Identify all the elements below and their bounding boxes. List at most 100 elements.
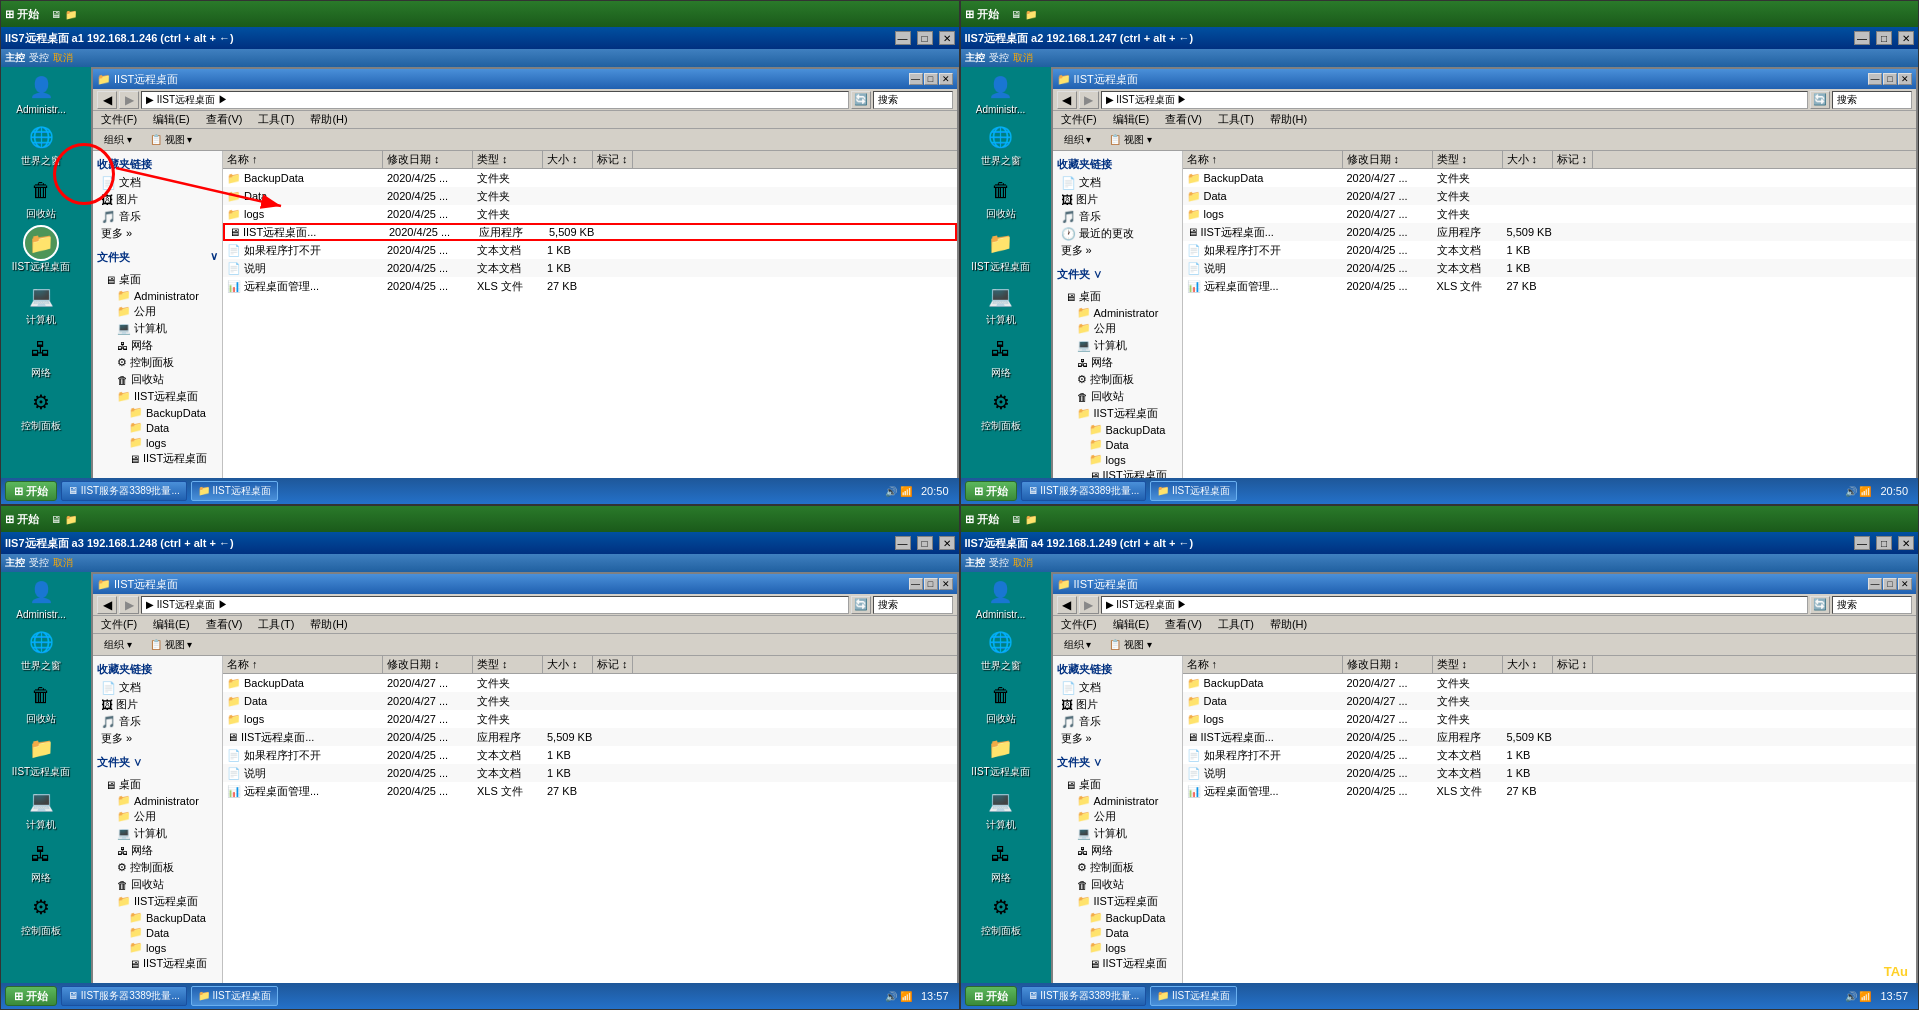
tree-logs-a2[interactable]: 📁logs <box>1081 452 1178 467</box>
col-size-a1[interactable]: 大小 ↕ <box>543 151 593 168</box>
tree-control-a4[interactable]: ⚙控制面板 <box>1069 859 1178 876</box>
sidebar-pic-a2[interactable]: 🖼图片 <box>1057 191 1178 208</box>
col-date-a3[interactable]: 修改日期 ↕ <box>383 656 473 673</box>
col-date-a2[interactable]: 修改日期 ↕ <box>1343 151 1433 168</box>
menu-tools-a4[interactable]: 工具(T) <box>1214 617 1258 632</box>
tree-data-a3[interactable]: 📁Data <box>121 925 218 940</box>
icon-network-a3[interactable]: 🖧 网络 <box>5 838 77 885</box>
rd-close-a3[interactable]: ✕ <box>939 536 955 550</box>
icon-iist-folder-a2[interactable]: 📁 IIST远程桌面 <box>965 227 1037 274</box>
menu-help-a1[interactable]: 帮助(H) <box>306 112 351 127</box>
tree-backup-a3[interactable]: 📁BackupData <box>121 910 218 925</box>
exp-min-a2[interactable]: — <box>1868 73 1882 85</box>
rd-minimize-a2[interactable]: — <box>1854 31 1870 45</box>
menu-help-a3[interactable]: 帮助(H) <box>306 617 351 632</box>
file-row-backup-a4[interactable]: 📁BackupData 2020/4/27 ... 文件夹 <box>1183 674 1917 692</box>
icon-control-a4[interactable]: ⚙ 控制面板 <box>965 891 1037 938</box>
icon-administrator-a4[interactable]: 👤 Administr... <box>965 576 1037 620</box>
tree-public-a3[interactable]: 📁公用 <box>109 808 218 825</box>
tree-iist2-a1[interactable]: 🖥IIST远程桌面 <box>121 450 218 467</box>
file-row-data-a4[interactable]: 📁Data 2020/4/27 ... 文件夹 <box>1183 692 1917 710</box>
col-tag-a1[interactable]: 标记 ↕ <box>593 151 633 168</box>
rd-maximize-a2[interactable]: □ <box>1876 31 1892 45</box>
icon-computer-a3[interactable]: 💻 计算机 <box>5 785 77 832</box>
tree-data-a1[interactable]: 📁Data <box>121 420 218 435</box>
exp-min-a1[interactable]: — <box>909 73 923 85</box>
fwd-btn-a3[interactable]: ▶ <box>119 596 139 614</box>
sidebar-pic-a1[interactable]: 🖼图片 <box>97 191 218 208</box>
menu-edit-a3[interactable]: 编辑(E) <box>149 617 194 632</box>
tree-control-a2[interactable]: ⚙控制面板 <box>1069 371 1178 388</box>
col-name-a1[interactable]: 名称 ↑ <box>223 151 383 168</box>
icon-recycle-a3[interactable]: 🗑 回收站 <box>5 679 77 726</box>
menu-tools-a3[interactable]: 工具(T) <box>254 617 298 632</box>
tree-backup-a1[interactable]: 📁BackupData <box>121 405 218 420</box>
view-btn-a4[interactable]: 📋 视图 ▾ <box>1102 636 1159 654</box>
tree-admin-a1[interactable]: 📁Administrator <box>109 288 218 303</box>
sidebar-music-a2[interactable]: 🎵音乐 <box>1057 208 1178 225</box>
search-box-a2[interactable]: 搜索 <box>1832 91 1912 109</box>
taskbar-iist-desktop-a2[interactable]: 📁 IIST远程桌面 <box>1150 481 1237 501</box>
rd-minimize-a4[interactable]: — <box>1854 536 1870 550</box>
rd-close-a1[interactable]: ✕ <box>939 31 955 45</box>
rd-maximize-a4[interactable]: □ <box>1876 536 1892 550</box>
tree-desktop-a4[interactable]: 🖥桌面 <box>1057 776 1178 793</box>
refresh-btn-a3[interactable]: 🔄 <box>851 596 871 614</box>
file-row-readme-a1[interactable]: 📄说明 2020/4/25 ... 文本文档 1 KB <box>223 259 957 277</box>
file-row-data-a2[interactable]: 📁Data 2020/4/27 ... 文件夹 <box>1183 187 1917 205</box>
start-btn-a4[interactable]: ⊞ 开始 <box>965 986 1017 1006</box>
menu-view-a3[interactable]: 查看(V) <box>202 617 247 632</box>
file-row-logs-a1[interactable]: 📁logs 2020/4/25 ... 文件夹 <box>223 205 957 223</box>
col-name-a4[interactable]: 名称 ↑ <box>1183 656 1343 673</box>
file-row-backup-a1[interactable]: 📁BackupData 2020/4/25 ... 文件夹 <box>223 169 957 187</box>
sidebar-recent-a2[interactable]: 🕐最近的更改 <box>1057 225 1178 242</box>
file-row-logs-a4[interactable]: 📁logs 2020/4/27 ... 文件夹 <box>1183 710 1917 728</box>
file-row-xls-a2[interactable]: 📊远程桌面管理... 2020/4/25 ... XLS 文件 27 KB <box>1183 277 1917 295</box>
icon-recycle-a2[interactable]: 🗑 回收站 <box>965 174 1037 221</box>
view-btn-a2[interactable]: 📋 视图 ▾ <box>1102 131 1159 149</box>
exp-close-a2[interactable]: ✕ <box>1898 73 1912 85</box>
exp-min-a4[interactable]: — <box>1868 578 1882 590</box>
file-row-backup-a2[interactable]: 📁BackupData 2020/4/27 ... 文件夹 <box>1183 169 1917 187</box>
address-bar-a3[interactable]: ▶ IIST远程桌面 ▶ <box>141 596 849 614</box>
icon-control-a3[interactable]: ⚙ 控制面板 <box>5 891 77 938</box>
start-btn-a1[interactable]: ⊞ 开始 <box>5 481 57 501</box>
start-btn-a2[interactable]: ⊞ 开始 <box>965 481 1017 501</box>
col-date-a4[interactable]: 修改日期 ↕ <box>1343 656 1433 673</box>
tree-public-a1[interactable]: 📁公用 <box>109 303 218 320</box>
menu-edit-a2[interactable]: 编辑(E) <box>1109 112 1154 127</box>
tree-iist-a4[interactable]: 📁IIST远程桌面 <box>1069 893 1178 910</box>
file-row-cantopen-a3[interactable]: 📄如果程序打不开 2020/4/25 ... 文本文档 1 KB <box>223 746 957 764</box>
tree-desktop-a2[interactable]: 🖥桌面 <box>1057 288 1178 305</box>
tree-iist-a2[interactable]: 📁IIST远程桌面 <box>1069 405 1178 422</box>
file-row-backup-a3[interactable]: 📁BackupData 2020/4/27 ... 文件夹 <box>223 674 957 692</box>
file-row-logs-a2[interactable]: 📁logs 2020/4/27 ... 文件夹 <box>1183 205 1917 223</box>
col-name-a3[interactable]: 名称 ↑ <box>223 656 383 673</box>
icon-recycle-a1[interactable]: 🗑 回收站 <box>5 174 77 221</box>
tree-recycle-a2[interactable]: 🗑回收站 <box>1069 388 1178 405</box>
address-bar-a4[interactable]: ▶ IIST远程桌面 ▶ <box>1101 596 1809 614</box>
exp-max-a2[interactable]: □ <box>1883 73 1897 85</box>
refresh-btn-a2[interactable]: 🔄 <box>1810 91 1830 109</box>
icon-administrator-a3[interactable]: 👤 Administr... <box>5 576 77 620</box>
tree-iist2-a4[interactable]: 🖥IIST远程桌面 <box>1081 955 1178 972</box>
tree-admin-a4[interactable]: 📁Administrator <box>1069 793 1178 808</box>
tree-desktop-a1[interactable]: 🖥桌面 <box>97 271 218 288</box>
menu-edit-a1[interactable]: 编辑(E) <box>149 112 194 127</box>
icon-iist-folder-a4[interactable]: 📁 IIST远程桌面 <box>965 732 1037 779</box>
icon-control-a2[interactable]: ⚙ 控制面板 <box>965 386 1037 433</box>
tree-computer-a3[interactable]: 💻计算机 <box>109 825 218 842</box>
taskbar-iist-server-a4[interactable]: 🖥 IIST服务器3389批量... <box>1021 986 1147 1006</box>
back-btn-a1[interactable]: ◀ <box>97 91 117 109</box>
col-date-a1[interactable]: 修改日期 ↕ <box>383 151 473 168</box>
file-row-readme-a2[interactable]: 📄说明 2020/4/25 ... 文本文档 1 KB <box>1183 259 1917 277</box>
fwd-btn-a1[interactable]: ▶ <box>119 91 139 109</box>
exp-close-a4[interactable]: ✕ <box>1898 578 1912 590</box>
icon-iist-folder-a1[interactable]: 📁 IIST远程桌面 <box>5 227 77 274</box>
file-row-iist-a3[interactable]: 🖥IIST远程桌面... 2020/4/25 ... 应用程序 5,509 KB <box>223 728 957 746</box>
file-row-iist-a1[interactable]: 🖥IIST远程桌面... 2020/4/25 ... 应用程序 5,509 KB <box>223 223 957 241</box>
refresh-btn-a4[interactable]: 🔄 <box>1810 596 1830 614</box>
icon-browser-a2[interactable]: 🌐 世界之窗 <box>965 121 1037 168</box>
icon-network-a2[interactable]: 🖧 网络 <box>965 333 1037 380</box>
tree-logs-a3[interactable]: 📁logs <box>121 940 218 955</box>
